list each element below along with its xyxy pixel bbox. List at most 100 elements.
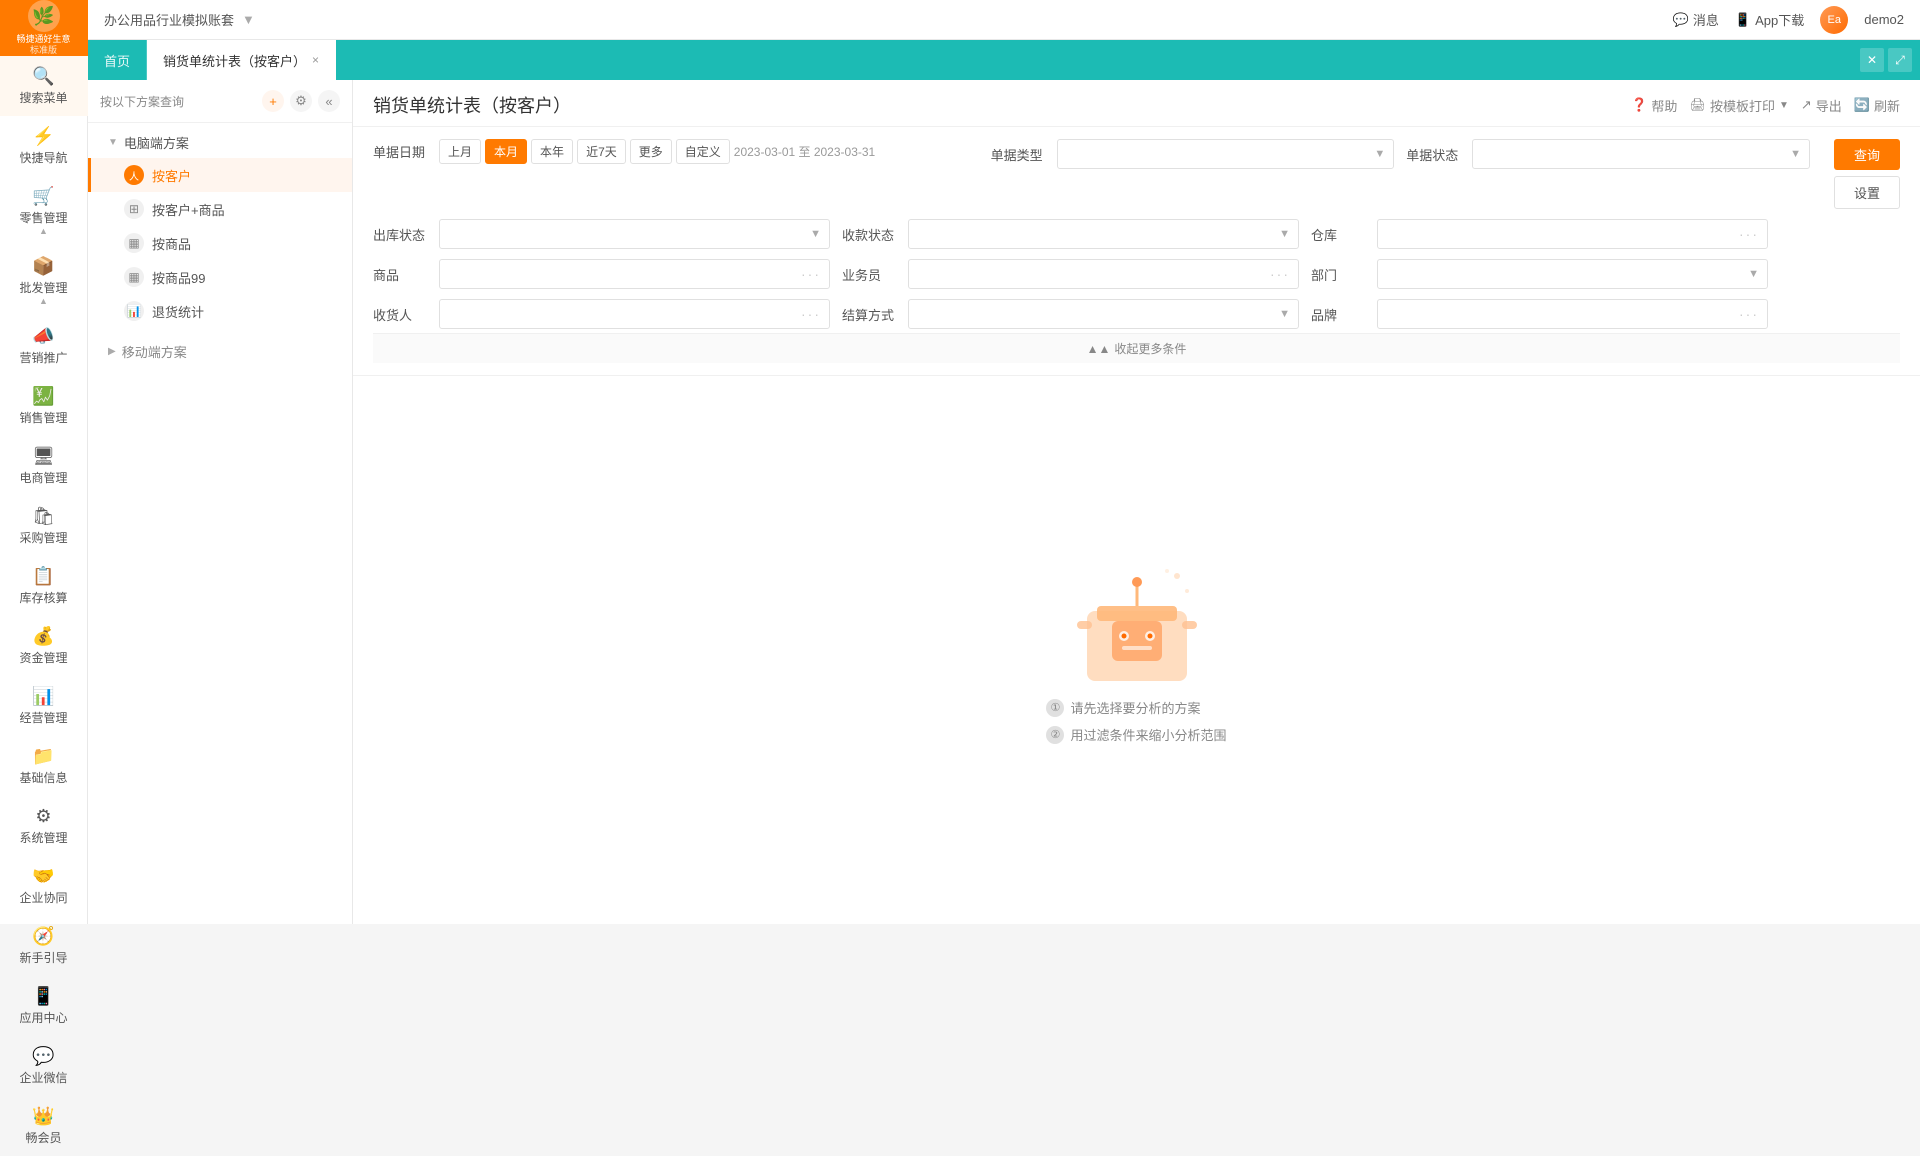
date-btn-last-month[interactable]: 上月: [439, 139, 481, 164]
dots-icon: ···: [1739, 226, 1759, 242]
tab-expand-btn[interactable]: ⤢: [1888, 48, 1912, 72]
return-icon: 📊: [124, 301, 144, 321]
receipt-status-select[interactable]: ▼: [908, 219, 1299, 249]
order-type-select[interactable]: ▼: [1057, 139, 1395, 169]
sidebar-item-label: 企业协同: [19, 889, 67, 906]
page-title: 销货单统计表（按客户）: [373, 92, 571, 118]
date-btn-7days[interactable]: 近7天: [577, 139, 626, 164]
date-btn-current-month[interactable]: 本月: [485, 139, 527, 164]
scheme-by-product[interactable]: ▦ 按商品: [88, 226, 352, 260]
query-btn[interactable]: 查询: [1834, 139, 1900, 170]
sidebar-item-shortcuts[interactable]: ⚡ 快捷导航: [0, 116, 88, 176]
retail-icon: 🛒: [32, 186, 54, 207]
filter-area: 单据日期 上月 本月 本年 近7天 更多 自定义 2023-03-01 至 20…: [353, 127, 1920, 376]
chevron-down-icon: ▼: [1374, 148, 1385, 160]
filter-actions: 查询 设置: [1822, 139, 1900, 209]
sidebar-item-label: 销售管理: [19, 409, 67, 426]
sidebar-item-sales[interactable]: 💹 销售管理: [0, 376, 88, 436]
dots-icon: ···: [1270, 266, 1290, 282]
department-label: 部门: [1311, 265, 1371, 284]
salesperson-input[interactable]: ···: [908, 259, 1299, 289]
order-status-label: 单据状态: [1406, 145, 1466, 164]
date-btn-more[interactable]: 更多: [630, 139, 672, 164]
sidebar-item-label: 应用中心: [19, 1009, 67, 1026]
empty-illustration: [1057, 556, 1217, 686]
brand-input[interactable]: ···: [1377, 299, 1768, 329]
warehouse-input[interactable]: ···: [1377, 219, 1768, 249]
out-status-select[interactable]: ▼: [439, 219, 830, 249]
app-download-btn[interactable]: 📱 App下载: [1735, 10, 1804, 29]
sidebar-item-wechat[interactable]: 💬 企业微信: [0, 1036, 88, 1096]
help-btn[interactable]: ❓ 帮助: [1631, 96, 1677, 115]
collapse-bar[interactable]: ▲▲ 收起更多条件: [373, 333, 1900, 363]
mobile-group-header[interactable]: ▶ 移动端方案: [88, 336, 352, 367]
title-dropdown-icon[interactable]: ▼: [242, 12, 255, 27]
chevron-down-icon: ▼: [1748, 268, 1759, 280]
receiver-input[interactable]: ···: [439, 299, 830, 329]
sidebar-item-ecommerce[interactable]: 🖥 电商管理: [0, 436, 88, 496]
date-btn-custom[interactable]: 自定义: [676, 139, 730, 164]
sidebar-item-label: 营销推广: [19, 349, 67, 366]
sidebar-item-retail[interactable]: 🛒 零售管理 ▲: [0, 176, 88, 246]
empty-hint-1: ① 请先选择要分析的方案: [1046, 698, 1226, 717]
sidebar-item-system[interactable]: ⚙ 系统管理: [0, 796, 88, 856]
message-btn[interactable]: 💬 消息: [1673, 10, 1719, 29]
refresh-btn[interactable]: 🔄 刷新: [1854, 96, 1900, 115]
chevron-down-icon: ▼: [1279, 308, 1290, 320]
date-btn-current-year[interactable]: 本年: [531, 139, 573, 164]
scheme-by-customer[interactable]: 人 按客户: [88, 158, 352, 192]
tab-close-window-btn[interactable]: ✕: [1860, 48, 1884, 72]
sidebar-item-basics[interactable]: 📁 基础信息: [0, 736, 88, 796]
print-icon: 🖨: [1689, 97, 1706, 113]
settings-scheme-btn[interactable]: ⚙: [290, 90, 312, 112]
date-filter: 上月 本月 本年 近7天 更多 自定义 2023-03-01 至 2023-03…: [439, 139, 979, 164]
sidebar-item-operations[interactable]: 📊 经营管理: [0, 676, 88, 736]
desktop-group-label: 电脑端方案: [124, 133, 189, 152]
sidebar-item-guide[interactable]: 🧭 新手引导: [0, 916, 88, 976]
purchase-icon: 🛍: [32, 506, 55, 527]
receipt-status-label: 收款状态: [842, 225, 902, 244]
tab-home[interactable]: 首页: [88, 40, 147, 80]
sidebar-item-marketing[interactable]: 📣 营销推广: [0, 316, 88, 376]
sidebar: 🌿 畅捷通好生意 标准版 🔍 搜索菜单 ⚡ 快捷导航 🛒 零售管理 ▲ 📦 批发…: [0, 0, 88, 924]
add-scheme-btn[interactable]: +: [262, 90, 284, 112]
product-label: 商品: [373, 265, 433, 284]
sidebar-item-membership[interactable]: 👑 畅会员: [0, 1096, 88, 1156]
chevron-down-icon: ▼: [810, 228, 821, 240]
brand-label: 品牌: [1311, 305, 1371, 324]
scheme-by-product-99[interactable]: ▦ 按商品99: [88, 260, 352, 294]
template-print-btn[interactable]: 🖨 按模板打印: [1689, 96, 1788, 115]
sidebar-item-search[interactable]: 🔍 搜索菜单: [0, 56, 88, 116]
sidebar-item-inventory[interactable]: 📋 库存核算: [0, 556, 88, 616]
collapse-panel-btn[interactable]: «: [318, 90, 340, 112]
tab-close-btn[interactable]: ×: [312, 53, 319, 67]
sidebar-item-purchase[interactable]: 🛍 采购管理: [0, 496, 88, 556]
settlement-select[interactable]: ▼: [908, 299, 1299, 329]
sidebar-item-label: 采购管理: [19, 529, 67, 546]
main-area: 办公用品行业模拟账套 ▼ 💬 消息 📱 App下载 Ea demo2 首页 销货…: [88, 0, 1920, 924]
order-status-select[interactable]: ▼: [1472, 139, 1810, 169]
scheme-by-customer-product[interactable]: ⊞ 按客户+商品: [88, 192, 352, 226]
department-select[interactable]: ▼: [1377, 259, 1768, 289]
dots-icon: ···: [801, 306, 821, 322]
user-avatar[interactable]: Ea: [1820, 6, 1848, 34]
export-btn[interactable]: ↗ 导出: [1801, 96, 1842, 115]
sidebar-item-label: 快捷导航: [19, 149, 67, 166]
page-title-bar: 销货单统计表（按客户） ❓ 帮助 🖨 按模板打印 ↗ 导出: [353, 80, 1920, 127]
product-input[interactable]: ···: [439, 259, 830, 289]
sidebar-item-finance[interactable]: 💰 资金管理: [0, 616, 88, 676]
refresh-icon: 🔄: [1854, 97, 1870, 113]
sidebar-item-wholesale[interactable]: 📦 批发管理 ▲: [0, 246, 88, 316]
right-content: 销货单统计表（按客户） ❓ 帮助 🖨 按模板打印 ↗ 导出: [353, 80, 1920, 924]
sidebar-item-appcenter[interactable]: 📱 应用中心: [0, 976, 88, 1036]
desktop-group-header[interactable]: ▼ 电脑端方案: [88, 127, 352, 158]
tab-actions: ✕ ⤢: [1852, 40, 1920, 80]
guide-icon: 🧭: [32, 926, 54, 947]
scheme-return-stats[interactable]: 📊 退货统计: [88, 294, 352, 328]
sidebar-item-cooperation[interactable]: 🤝 企业协同: [0, 856, 88, 916]
sidebar-item-label: 搜索菜单: [19, 89, 67, 106]
settings-btn[interactable]: 设置: [1834, 176, 1900, 209]
title-actions: ❓ 帮助 🖨 按模板打印 ↗ 导出 🔄 刷新: [1631, 96, 1900, 115]
search-icon: 🔍: [32, 66, 54, 87]
tab-sales-stats[interactable]: 销货单统计表（按客户） ×: [147, 40, 336, 80]
